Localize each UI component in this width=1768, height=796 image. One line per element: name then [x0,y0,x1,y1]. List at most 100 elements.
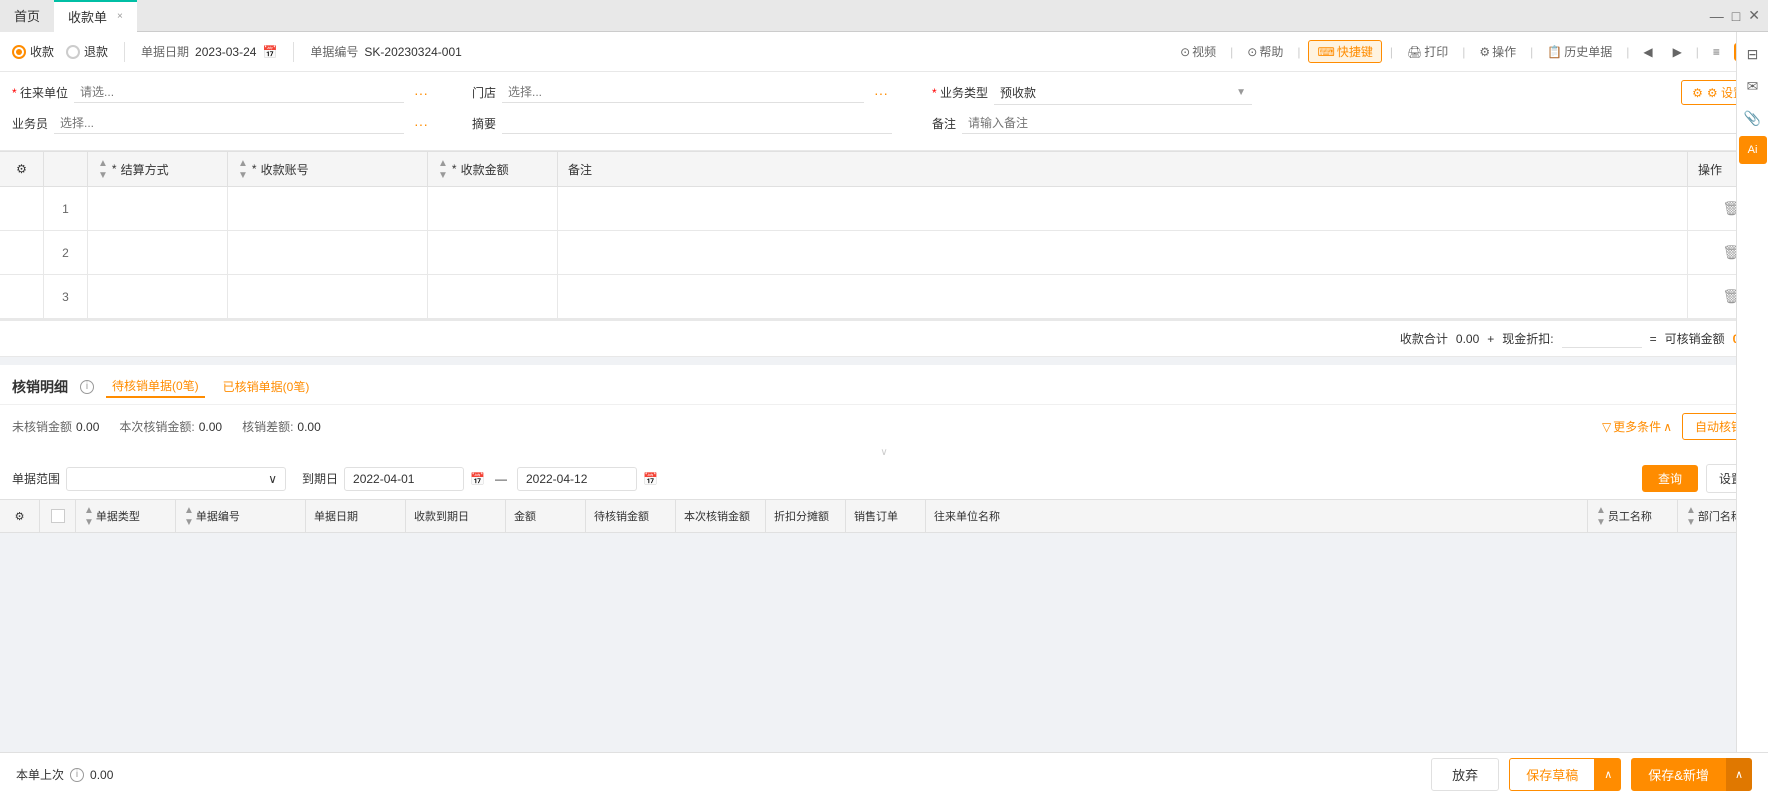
staff-input[interactable] [54,113,404,134]
table-row: 1 🗑 ⊕ [0,187,1768,231]
th-settings[interactable]: ⚙ [0,152,44,186]
bth-staff-sort[interactable]: ▲▼ [1596,505,1606,528]
sidebar-table-icon[interactable]: ⊟ [1739,40,1767,68]
actions-btn[interactable]: ⚙ 操作 [1473,41,1522,62]
biz-arrow-icon: ▼ [1236,87,1246,98]
select-all-checkbox[interactable] [51,509,65,523]
due-date-end-calendar-icon[interactable]: 📅 [643,472,658,486]
td-remark-3[interactable] [558,275,1688,318]
bth-settings[interactable]: ⚙ [0,500,40,532]
tab-receipt[interactable]: 收款单 × [54,0,137,32]
history-btn[interactable]: 📋 历史单据 [1541,41,1618,62]
receipt-radio-dot [12,45,26,59]
due-date-start-input[interactable] [344,467,464,491]
reconcile-section: 核销明细 i 待核销单据(0笔) 已核销单据(0笔) 未核销金额 0.00 本次… [0,365,1768,533]
th-account: ▲▼ * 收款账号 [228,152,428,186]
shortcut-btn[interactable]: ⌨ 快捷键 [1308,40,1381,63]
layout-icon-btn[interactable]: ≡ [1707,43,1726,61]
shop-label: 门店 [472,84,496,101]
history-icon: 📋 [1547,45,1562,59]
more-conditions-btn[interactable]: ▽ 更多条件 ∧ [1602,418,1672,435]
actions-icon: ⚙ [1479,45,1490,59]
sidebar-mail-icon[interactable]: ✉ [1739,72,1767,100]
td-amount-3[interactable] [428,275,558,318]
query-button[interactable]: 查询 [1642,465,1698,492]
staff-more-icon[interactable]: ··· [410,116,432,132]
save-draft-arrow-button[interactable]: ∧ [1595,758,1621,791]
biz-select[interactable]: 预收款 ▼ [994,81,1252,105]
filter-row: 单据范围 ∨ 到期日 📅 — 📅 查询 设置 [0,458,1768,499]
sidebar-clip-icon[interactable]: 📎 [1739,104,1767,132]
td-settle-3[interactable] [88,275,228,318]
refund-radio[interactable]: 退款 [66,43,108,60]
num-label: 单据编号 [310,43,358,60]
net-label: 可核销金额 [1665,330,1725,347]
shop-field: 门店 ··· [472,82,892,103]
tab-home-label: 首页 [14,6,40,25]
sidebar-camera-icon[interactable]: Ai [1739,136,1767,164]
td-account-2[interactable] [228,231,428,274]
td-remark-2[interactable] [558,231,1688,274]
video-btn[interactable]: ⊙ 视频 [1174,41,1222,62]
reconcile-info-icon[interactable]: i [80,380,94,394]
summary-input[interactable] [502,113,892,134]
td-settle-1[interactable] [88,187,228,230]
bill-range-select[interactable]: ∨ [66,467,286,491]
done-tab[interactable]: 已核销单据(0笔) [217,376,316,397]
total-label: 收款合计 [1400,330,1448,347]
prev-btn[interactable]: ◀ [1637,43,1658,61]
discount-input[interactable] [1562,329,1642,348]
td-remark-1[interactable] [558,187,1688,230]
tab-home[interactable]: 首页 [0,0,54,32]
td-amount-1[interactable] [428,187,558,230]
receipt-radio[interactable]: 收款 [12,43,54,60]
td-amount-2[interactable] [428,231,558,274]
shortcut-icon: ⌨ [1317,45,1334,59]
remark-input[interactable] [962,113,1756,134]
shop-more-icon[interactable]: ··· [870,85,892,101]
tab-close-icon[interactable]: × [117,11,123,22]
th-account-sort[interactable]: ▲▼ [238,158,248,181]
tab-receipt-label: 收款单 [68,7,107,26]
bth-type-sort[interactable]: ▲▼ [84,505,94,528]
window-close-icon[interactable]: ✕ [1748,7,1760,24]
print-btn[interactable]: 🖨 打印 [1401,41,1454,62]
td-settle-2[interactable] [88,231,228,274]
layout-icon: ≡ [1713,45,1720,59]
td-account-1[interactable] [228,187,428,230]
bill-range-label: 单据范围 [12,470,60,487]
shop-input[interactable] [502,82,864,103]
date-calendar-icon[interactable]: 📅 [262,45,277,59]
receipt-radio-label: 收款 [30,43,54,60]
due-date-start-calendar-icon[interactable]: 📅 [470,472,485,486]
party-input[interactable] [74,82,404,103]
due-date-end-input[interactable] [517,467,637,491]
th-settle-sort[interactable]: ▲▼ [98,158,108,181]
this-time-label: 本次核销金额: [119,418,194,435]
date-value: 2023-03-24 [195,45,256,59]
last-value: 0.00 [90,768,113,782]
biz-field: 业务类型 预收款 ▼ [932,81,1252,105]
save-new-button[interactable]: 保存&新增 [1631,758,1726,791]
party-more-icon[interactable]: ··· [410,85,432,101]
window-min-icon[interactable]: — [1710,8,1724,24]
tab-bar: 首页 收款单 × — □ ✕ [0,0,1768,32]
save-new-arrow-button[interactable]: ∧ [1726,758,1752,791]
save-draft-button[interactable]: 保存草稿 [1509,758,1595,791]
window-max-icon[interactable]: □ [1732,8,1740,24]
th-amount-sort[interactable]: ▲▼ [438,158,448,181]
form-row-2: 业务员 ··· 摘要 备注 [12,113,1756,134]
pending-tab[interactable]: 待核销单据(0笔) [106,375,205,398]
row-num-3: 3 [62,290,69,304]
footer-info-icon[interactable]: i [70,768,84,782]
td-account-3[interactable] [228,275,428,318]
next-btn[interactable]: ▶ [1667,43,1688,61]
bth-check [40,500,76,532]
abandon-button[interactable]: 放弃 [1431,758,1499,791]
footer-buttons: 放弃 保存草稿 ∧ 保存&新增 ∧ [1431,758,1752,791]
help-btn[interactable]: ⊙ 帮助 [1241,41,1289,62]
bth-num-sort[interactable]: ▲▼ [184,505,194,528]
unreconciled-value: 0.00 [76,420,99,434]
bth-num: ▲▼ 单据编号 [176,500,306,532]
bth-dept-sort[interactable]: ▲▼ [1686,505,1696,528]
